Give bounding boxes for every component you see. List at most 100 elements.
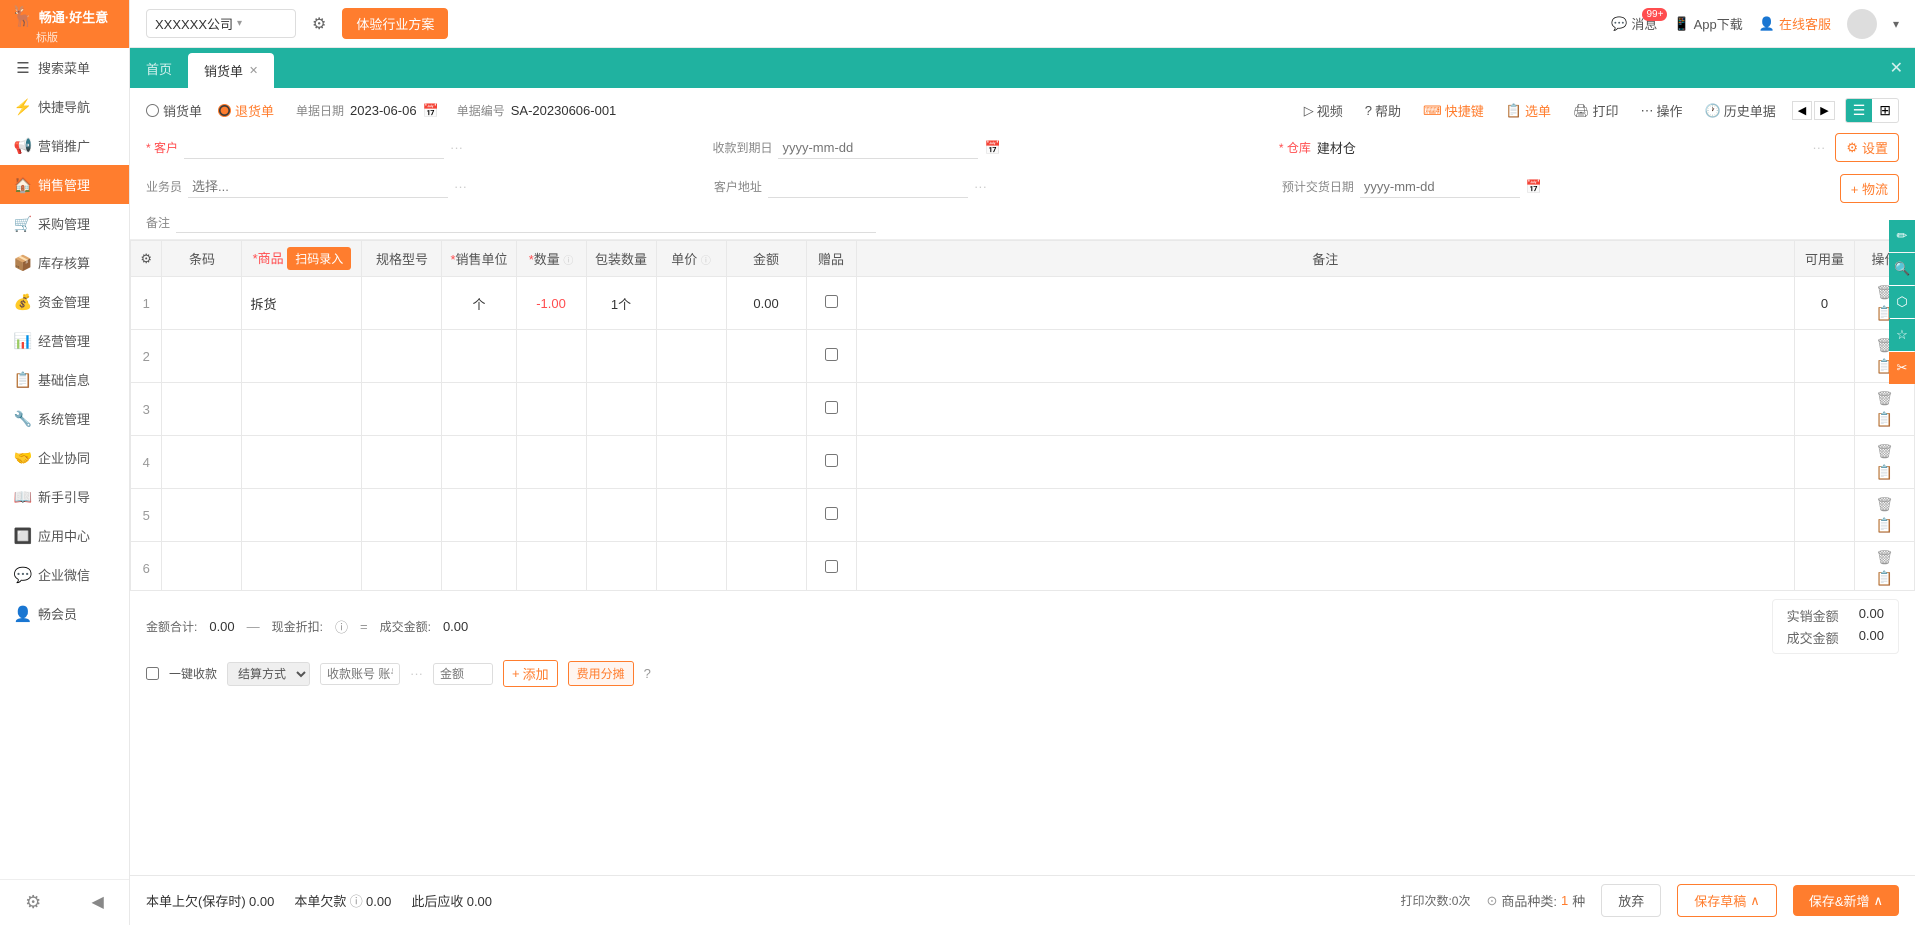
customer-input[interactable] [184,137,444,159]
right-panel-hex[interactable]: ⬡ [1889,286,1915,318]
row-gift[interactable] [806,330,856,383]
row-delete-btn[interactable]: 🗑 [1872,547,1898,568]
row-copy-btn[interactable]: 📋 [1872,462,1897,483]
next-record-btn[interactable]: ▶ [1814,101,1834,120]
row-copy-btn[interactable]: 📋 [1872,515,1897,536]
salesperson-input[interactable] [188,176,448,198]
row-barcode[interactable] [162,277,242,330]
row-amount[interactable] [726,383,806,436]
row-pack[interactable] [586,542,656,591]
row-barcode[interactable] [162,489,242,542]
row-spec[interactable] [362,383,442,436]
customer-addr-input[interactable] [768,176,968,198]
row-amount[interactable]: 0.00 [726,277,806,330]
row-delete-btn[interactable]: 🗑 [1872,388,1898,409]
total-owed-help[interactable]: ⓘ [350,894,363,909]
one-click-payment-checkbox[interactable] [146,667,159,680]
row-unit[interactable] [442,436,516,489]
tab-close-icon[interactable]: ✕ [249,64,258,77]
sidebar-collapse-btn[interactable]: ◀ [92,892,104,913]
row-unit[interactable] [442,330,516,383]
settlement-method-select[interactable]: 结算方式 [227,662,310,686]
sidebar-item-guide[interactable]: 📖 新手引导 [0,477,129,516]
sidebar-item-sales[interactable]: 🏠 销售管理 [0,165,129,204]
shortcut-btn[interactable]: ⌨ 快捷键 [1417,98,1490,123]
tab-sales-order[interactable]: 销货单 ✕ [188,53,274,88]
row-pack[interactable] [586,436,656,489]
row-amount[interactable] [726,436,806,489]
notes-input[interactable] [176,211,876,233]
sidebar-item-quick-nav[interactable]: ⚡ 快捷导航 [0,87,129,126]
row-product[interactable] [242,330,362,383]
row-spec[interactable] [362,542,442,591]
row-barcode[interactable] [162,436,242,489]
calendar-icon[interactable]: 📅 [423,103,439,119]
row-note[interactable] [856,383,1794,436]
row-price[interactable] [656,277,726,330]
print-btn[interactable]: 🖨 打印 [1567,98,1625,123]
sidebar-item-purchase[interactable]: 🛒 采购管理 [0,204,129,243]
user-info[interactable]: ▾ [1893,17,1899,31]
right-panel-star[interactable]: ☆ [1889,319,1915,351]
row-price[interactable] [656,542,726,591]
row-spec[interactable] [362,330,442,383]
tabbar-close-all-btn[interactable]: ✕ [1878,50,1915,86]
row-barcode[interactable] [162,330,242,383]
help-btn[interactable]: ? 帮助 [1359,98,1407,123]
table-scroll-area[interactable]: ⚙ 条码 *商品 扫码录入 规格型号 *销售单位 *数量 ⓘ 包装数量 单价 ⓘ… [130,240,1915,590]
account-dots[interactable]: ··· [410,666,423,681]
customer-dots[interactable]: ··· [450,140,463,155]
trial-btn[interactable]: 体验行业方案 [342,8,448,39]
col-settings-header[interactable]: ⚙ [131,241,162,277]
user-avatar[interactable] [1847,9,1877,39]
logistics-btn[interactable]: + 物流 [1840,174,1899,203]
row-amount[interactable] [726,330,806,383]
radio-sales[interactable]: 销货单 [146,101,202,120]
video-btn[interactable]: ▷ 视频 [1298,98,1349,123]
warehouse-dots[interactable]: ··· [1812,140,1825,155]
history-btn[interactable]: 🕐 历史单据 [1699,98,1782,123]
row-note[interactable] [856,489,1794,542]
row-qty[interactable] [516,542,586,591]
sidebar-item-base[interactable]: 📋 基础信息 [0,360,129,399]
account-input[interactable] [320,663,400,685]
sidebar-item-system[interactable]: 🔧 系统管理 [0,399,129,438]
payment-due-calendar-icon[interactable]: 📅 [984,140,1000,156]
sidebar-item-marketing[interactable]: 📢 营销推广 [0,126,129,165]
sidebar-settings-btn[interactable]: ⚙ [25,892,41,913]
operation-btn[interactable]: ⋯ 操作 [1635,98,1689,123]
expense-split-btn[interactable]: 费用分摊 [568,661,634,686]
radio-return[interactable]: 退货单 [218,101,274,120]
online-service-btn[interactable]: 👤 在线客服 [1759,14,1831,33]
row-qty[interactable] [516,436,586,489]
sidebar-item-corp[interactable]: 🤝 企业协同 [0,438,129,477]
sidebar-item-operation[interactable]: 📊 经营管理 [0,321,129,360]
row-price[interactable] [656,489,726,542]
prev-record-btn[interactable]: ◀ [1792,101,1812,120]
form-settings-btn[interactable]: ⚙ 设置 [1835,133,1899,162]
salesperson-dots[interactable]: ··· [454,179,467,194]
sidebar-item-member[interactable]: 👤 畅会员 [0,594,129,633]
app-download-btn[interactable]: 📱 App下载 [1673,14,1742,33]
sidebar-item-appstore[interactable]: 🔲 应用中心 [0,516,129,555]
payment-amount-input[interactable] [433,663,493,685]
row-unit[interactable] [442,383,516,436]
row-copy-btn[interactable]: 📋 [1872,409,1897,430]
row-qty[interactable]: -1.00 [516,277,586,330]
sidebar-item-finance[interactable]: 💰 资金管理 [0,282,129,321]
scan-btn[interactable]: 扫码录入 [287,247,351,270]
row-note[interactable] [856,542,1794,591]
row-barcode[interactable] [162,542,242,591]
discount-help-icon[interactable]: ⓘ [335,617,348,636]
message-btn[interactable]: 💬 消息 99+ [1611,14,1657,33]
list-view-btn[interactable]: ☰ [1846,99,1873,122]
select-order-btn[interactable]: 📋 选单 [1500,98,1557,123]
sidebar-item-wechat[interactable]: 💬 企业微信 [0,555,129,594]
customer-addr-dots[interactable]: ··· [974,179,987,194]
expected-date-input[interactable] [1360,176,1520,198]
right-panel-edit[interactable]: ✏ [1889,220,1915,252]
row-amount[interactable] [726,542,806,591]
sidebar-item-search[interactable]: ☰ 搜索菜单 [0,48,129,87]
row-price[interactable] [656,330,726,383]
save-draft-btn[interactable]: 保存草稿 ∧ [1677,884,1777,917]
